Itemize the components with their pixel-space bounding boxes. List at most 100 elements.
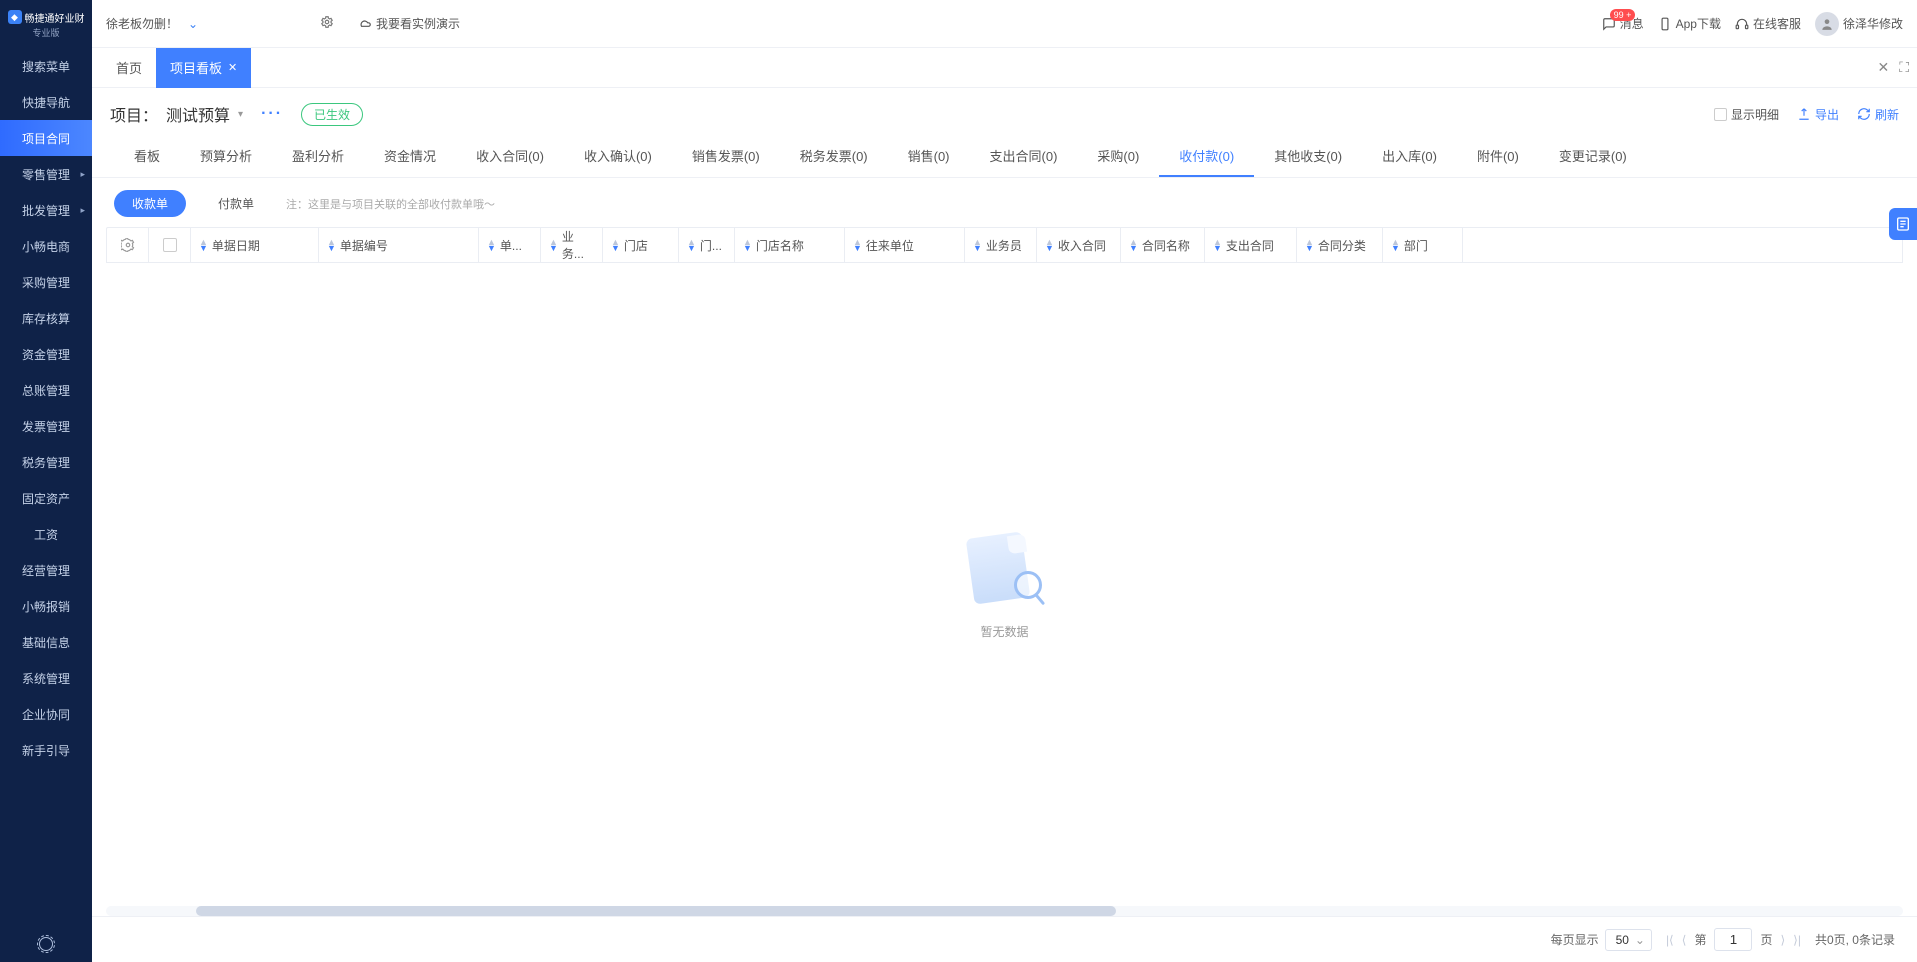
refresh-button[interactable]: 刷新: [1857, 106, 1899, 123]
prev-page-button[interactable]: ⟨: [1682, 933, 1687, 947]
column-label: 门店: [624, 237, 648, 254]
sidebar-item[interactable]: 搜索菜单: [0, 48, 92, 84]
column-header[interactable]: ▲▼门店名称: [735, 228, 845, 262]
sidebar-item[interactable]: 经营管理: [0, 552, 92, 588]
tab-project-board[interactable]: 项目看板 ✕: [156, 48, 251, 88]
column-header[interactable]: ▲▼合同分类: [1297, 228, 1383, 262]
fullscreen-button[interactable]: ⛶: [1899, 59, 1909, 76]
org-name: 徐老板勿删！: [106, 15, 178, 32]
column-header[interactable]: ▲▼支出合同: [1205, 228, 1297, 262]
pill-payment[interactable]: 付款单: [200, 190, 272, 217]
sub-tab[interactable]: 销售(0): [888, 136, 970, 177]
column-header[interactable]: ▲▼往来单位: [845, 228, 965, 262]
column-header[interactable]: ▲▼收入合同: [1037, 228, 1121, 262]
sub-tab[interactable]: 支出合同(0): [970, 136, 1078, 177]
column-header[interactable]: ▲▼单据日期: [191, 228, 319, 262]
chevron-down-icon: ▾: [238, 109, 243, 120]
column-header[interactable]: ▲▼单据编号: [319, 228, 479, 262]
pill-receipt[interactable]: 收款单: [114, 190, 186, 217]
user-name: 徐泽华修改: [1843, 15, 1903, 32]
column-header[interactable]: ▲▼部门: [1383, 228, 1463, 262]
sidebar-item[interactable]: 资金管理: [0, 336, 92, 372]
page-input[interactable]: [1714, 928, 1752, 951]
table-header: ▲▼单据日期▲▼单据编号 ▲▼ 单... ▲▼ 业务... ▲▼ 门店 ▲▼门...▲▼门店名…: [106, 227, 1903, 263]
sub-tab[interactable]: 预算分析: [180, 136, 272, 177]
sidebar-item[interactable]: 系统管理: [0, 660, 92, 696]
column-settings-button[interactable]: [107, 228, 149, 262]
sidebar-item[interactable]: 固定资产: [0, 480, 92, 516]
column-header[interactable]: ▲▼ 单...: [479, 228, 541, 262]
page-size-selector[interactable]: 每页显示 50: [1551, 929, 1652, 951]
side-float-button[interactable]: [1889, 208, 1917, 240]
sub-tab[interactable]: 收入确认(0): [564, 136, 672, 177]
close-all-button[interactable]: ✕: [1877, 59, 1889, 76]
sub-tab[interactable]: 采购(0): [1077, 136, 1159, 177]
first-page-button[interactable]: |⟨: [1666, 933, 1674, 947]
sidebar-item[interactable]: 批发管理▸: [0, 192, 92, 228]
column-header[interactable]: ▲▼ 业务...: [541, 228, 603, 262]
column-label: 合同名称: [1142, 237, 1190, 254]
app-icon: [1658, 17, 1672, 31]
sort-icon: ▲▼: [549, 239, 558, 251]
sub-tab[interactable]: 盈利分析: [272, 136, 364, 177]
sidebar-item[interactable]: 快捷导航: [0, 84, 92, 120]
project-title-selector[interactable]: 项目： 测试预算 ▾: [110, 102, 243, 126]
support-button[interactable]: 在线客服: [1735, 15, 1801, 32]
sidebar-item[interactable]: 项目合同: [0, 120, 92, 156]
last-page-button[interactable]: ⟩|: [1793, 933, 1801, 947]
sidebar-item[interactable]: 发票管理: [0, 408, 92, 444]
column-header[interactable]: ▲▼ 合同名称: [1121, 228, 1205, 262]
view-demo-link[interactable]: 我要看实例演示: [358, 15, 460, 32]
tab-home[interactable]: 首页: [102, 48, 156, 88]
sidebar-item[interactable]: 小畅电商: [0, 228, 92, 264]
sidebar-item[interactable]: 小畅报销: [0, 588, 92, 624]
column-label: 业务...: [562, 228, 594, 262]
horizontal-scrollbar[interactable]: [106, 906, 1903, 916]
sort-icon: ▲▼: [1305, 239, 1314, 251]
export-button[interactable]: 导出: [1797, 106, 1839, 123]
column-header[interactable]: ▲▼ 门店: [603, 228, 679, 262]
sidebar-item[interactable]: 工资: [0, 516, 92, 552]
sub-tab[interactable]: 变更记录(0): [1539, 136, 1647, 177]
column-label: 单...: [500, 237, 522, 254]
sub-tab[interactable]: 销售发票(0): [672, 136, 780, 177]
more-actions-button[interactable]: ···: [261, 105, 283, 123]
sub-tab[interactable]: 看板: [114, 136, 180, 177]
sidebar-item[interactable]: 总账管理: [0, 372, 92, 408]
sidebar-item[interactable]: 基础信息: [0, 624, 92, 660]
show-detail-toggle[interactable]: 显示明细: [1714, 106, 1779, 123]
sidebar-item[interactable]: 零售管理▸: [0, 156, 92, 192]
brand-name: 畅捷通好业财: [25, 10, 85, 25]
pill-tabs-row: 收款单 付款单 注：这里是与项目关联的全部收付款单哦～: [92, 178, 1917, 227]
sub-tab[interactable]: 税务发票(0): [780, 136, 888, 177]
sort-icon: ▲▼: [611, 239, 620, 251]
messages-button[interactable]: 99 + 消息: [1602, 15, 1644, 32]
sidebar-item[interactable]: 新手引导: [0, 732, 92, 768]
column-header[interactable]: ▲▼门...: [679, 228, 735, 262]
page-size-value[interactable]: 50: [1605, 929, 1652, 951]
org-selector[interactable]: 徐老板勿删！ ⌄: [106, 15, 306, 32]
sort-icon: ▲▼: [1129, 239, 1138, 251]
messages-badge: 99 +: [1610, 9, 1636, 21]
close-icon[interactable]: ✕: [228, 61, 237, 74]
app-download-button[interactable]: App下载: [1658, 15, 1721, 32]
sub-tab[interactable]: 其他收支(0): [1254, 136, 1362, 177]
sidebar-item[interactable]: 企业协同: [0, 696, 92, 732]
select-all-checkbox[interactable]: [149, 228, 191, 262]
sub-tab[interactable]: 收入合同(0): [456, 136, 564, 177]
sub-tab[interactable]: 出入库(0): [1362, 136, 1457, 177]
user-menu[interactable]: 徐泽华修改: [1815, 12, 1903, 36]
sidebar-settings-button[interactable]: [0, 926, 92, 962]
next-page-button[interactable]: ⟩: [1780, 933, 1785, 947]
brand-icon: ◆: [8, 10, 22, 24]
sub-tab[interactable]: 附件(0): [1457, 136, 1539, 177]
sub-tab[interactable]: 收付款(0): [1159, 136, 1254, 177]
sort-icon: ▲▼: [487, 239, 496, 251]
scrollbar-thumb[interactable]: [196, 906, 1116, 916]
column-header[interactable]: ▲▼业务员: [965, 228, 1037, 262]
sidebar-item[interactable]: 采购管理: [0, 264, 92, 300]
sidebar-item[interactable]: 库存核算: [0, 300, 92, 336]
sub-tab[interactable]: 资金情况: [364, 136, 456, 177]
org-settings-button[interactable]: [320, 15, 334, 32]
sidebar-item[interactable]: 税务管理: [0, 444, 92, 480]
